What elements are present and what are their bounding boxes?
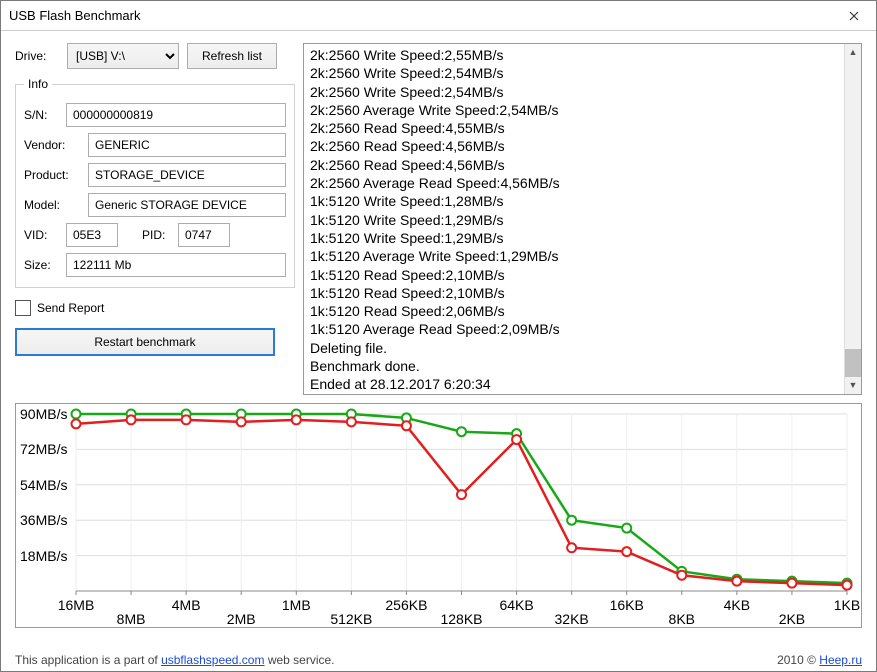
credit-link[interactable]: Heep.ru [819, 653, 862, 667]
x-tick-label: 8KB [669, 611, 695, 627]
product-field[interactable] [88, 163, 286, 187]
pid-field[interactable] [178, 223, 230, 247]
product-label: Product: [24, 168, 82, 182]
window-title: USB Flash Benchmark [9, 8, 831, 23]
footer: This application is a part of usbflashsp… [1, 649, 876, 671]
vendor-field[interactable] [88, 133, 286, 157]
footer-link[interactable]: usbflashspeed.com [161, 653, 264, 667]
footer-suffix: web service. [264, 653, 334, 667]
y-tick-label: 54MB/s [20, 477, 67, 493]
x-tick-label: 256KB [385, 597, 427, 613]
footer-prefix: This application is a part of [15, 653, 161, 667]
model-label: Model: [24, 198, 82, 212]
sn-field[interactable] [66, 103, 286, 127]
drive-select[interactable]: [USB] V:\ [67, 43, 179, 69]
x-tick-label: 1KB [834, 597, 860, 613]
log-text[interactable]: 2k:2560 Write Speed:2,55MB/s 2k:2560 Wri… [304, 44, 844, 394]
vendor-label: Vendor: [24, 138, 82, 152]
y-tick-label: 18MB/s [20, 548, 67, 564]
size-field[interactable] [66, 253, 286, 277]
close-icon [849, 11, 859, 21]
model-field[interactable] [88, 193, 286, 217]
x-tick-label: 8MB [117, 611, 146, 627]
scroll-up-icon[interactable]: ▲ [845, 44, 861, 61]
y-tick-label: 36MB/s [20, 512, 67, 528]
x-tick-label: 512KB [330, 611, 372, 627]
x-tick-label: 16MB [58, 597, 95, 613]
sn-label: S/N: [24, 108, 60, 122]
log-panel: 2k:2560 Write Speed:2,55MB/s 2k:2560 Wri… [303, 43, 862, 395]
info-group: Info S/N: Vendor: Product: Model: [15, 77, 295, 288]
y-tick-label: 72MB/s [20, 441, 67, 457]
close-button[interactable] [831, 1, 876, 31]
pid-label: PID: [142, 228, 172, 242]
x-tick-label: 64KB [499, 597, 533, 613]
size-label: Size: [24, 258, 60, 272]
scrollbar[interactable]: ▲ ▼ [844, 44, 861, 394]
scroll-thumb[interactable] [845, 349, 861, 377]
x-tick-label: 16KB [610, 597, 644, 613]
x-tick-label: 1MB [282, 597, 311, 613]
scroll-track[interactable] [845, 61, 861, 377]
y-tick-label: 90MB/s [20, 406, 67, 422]
vid-field[interactable] [66, 223, 118, 247]
drive-label: Drive: [15, 49, 59, 63]
x-tick-label: 2MB [227, 611, 256, 627]
scroll-down-icon[interactable]: ▼ [845, 377, 861, 394]
titlebar: USB Flash Benchmark [1, 1, 876, 31]
vid-label: VID: [24, 228, 60, 242]
send-report-checkbox[interactable] [15, 300, 31, 316]
x-tick-label: 4MB [172, 597, 201, 613]
x-tick-label: 4KB [724, 597, 750, 613]
restart-benchmark-button[interactable]: Restart benchmark [15, 328, 275, 356]
refresh-list-button[interactable]: Refresh list [187, 43, 277, 69]
x-tick-label: 128KB [440, 611, 482, 627]
x-tick-label: 32KB [555, 611, 589, 627]
info-legend: Info [24, 77, 52, 91]
benchmark-chart: 90MB/s 72MB/s 54MB/s 36MB/s 18MB/s 16MB 8MB 4MB… [15, 403, 862, 628]
send-report-label: Send Report [37, 301, 104, 315]
x-tick-label: 2KB [779, 611, 805, 627]
credit-year: 2010 © [777, 653, 819, 667]
